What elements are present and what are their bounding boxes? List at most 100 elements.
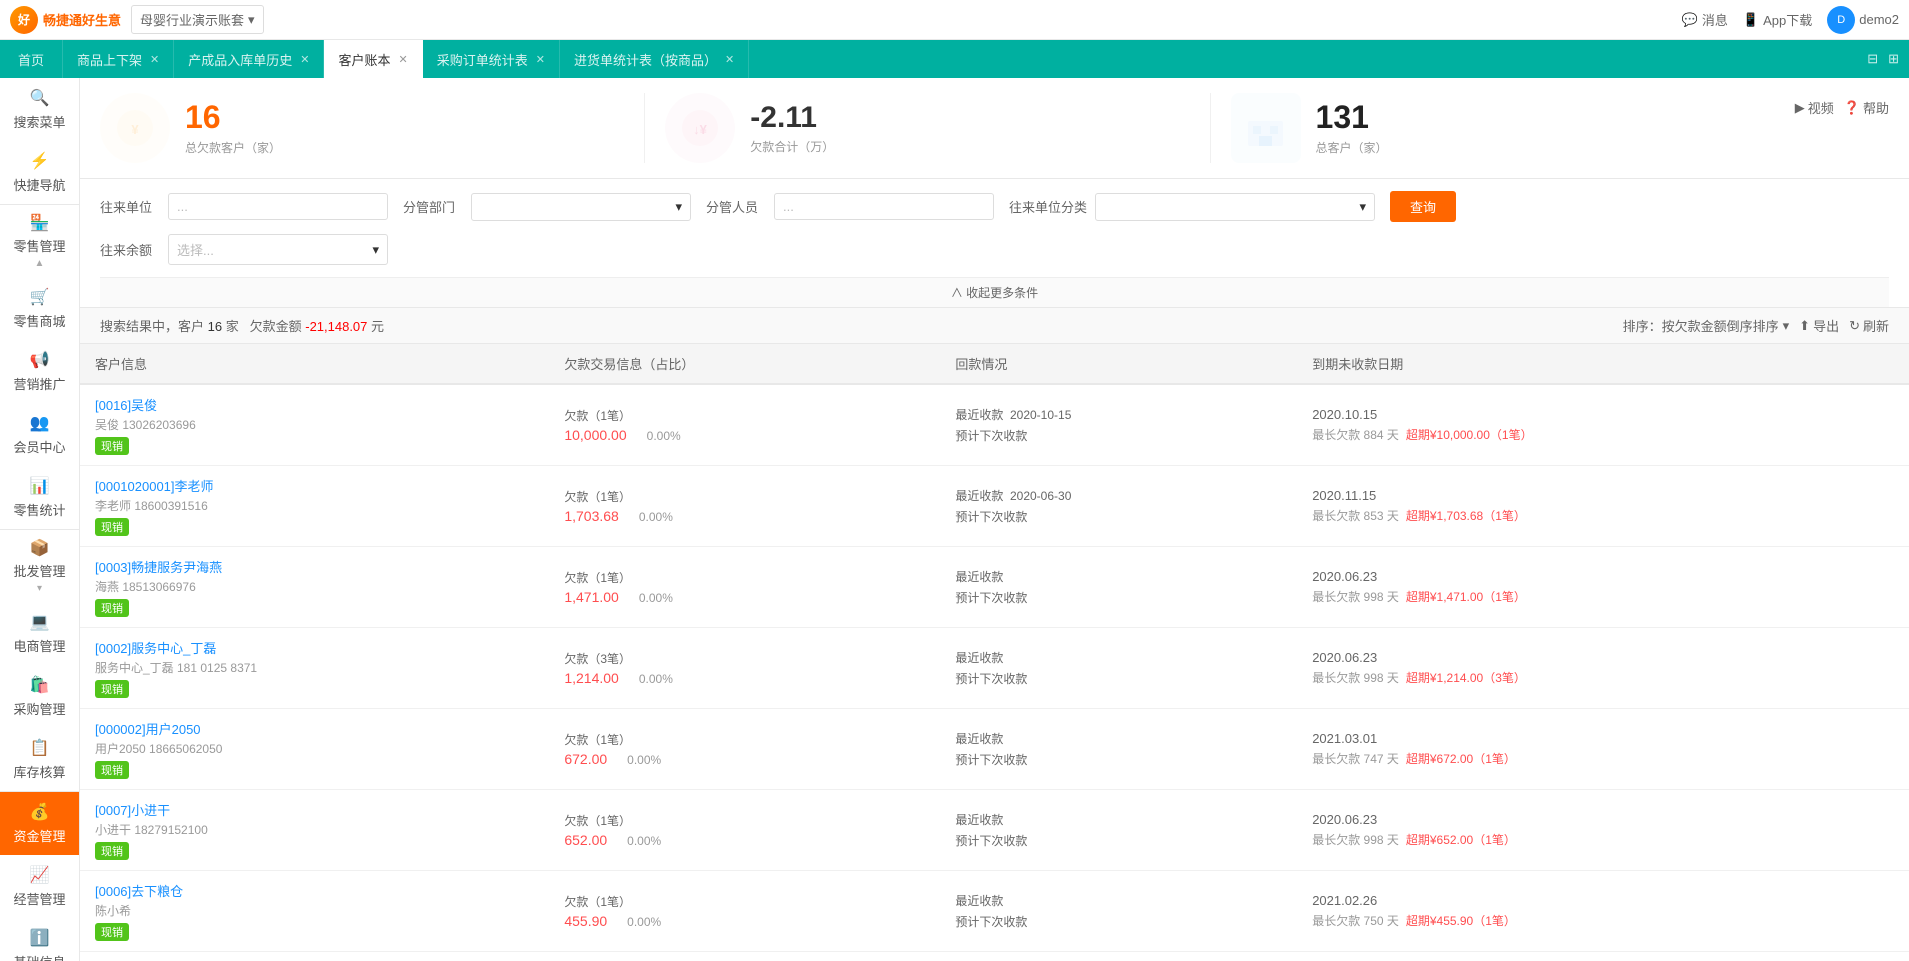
sidebar-item-member[interactable]: 👥 会员中心 [0,403,79,466]
member-icon: 👥 [30,413,50,433]
tab-stock-close[interactable]: ✕ [725,53,734,66]
debt-ratio: 0.00% [639,672,673,686]
overdue-amount[interactable]: 超期¥1,471.00（1笔） [1406,590,1526,604]
tab-warehouse-close[interactable]: ✕ [300,53,309,66]
tab-warehouse[interactable]: 产成品入库单历史 ✕ [174,40,324,78]
due-info-cell: 2020.12.30 最长欠款 808 天 超期¥429.00（1笔） [1297,952,1909,961]
help-button[interactable]: ❓ 帮助 [1844,98,1889,117]
supplier-input[interactable]: ... [168,193,388,220]
message-button[interactable]: 💬 消息 [1682,10,1728,29]
debt-ratio: 0.00% [627,834,661,848]
total-customers-label: 总客户（家） [1316,139,1388,156]
next-payment: 预计下次收款 [955,751,1282,768]
overdue-amount[interactable]: 超期¥652.00（1笔） [1406,833,1516,847]
sort-select[interactable]: 排序：按欠款金额倒序排序 ▾ [1623,316,1790,335]
svg-text:¥: ¥ [131,122,139,137]
tab-home[interactable]: 首页 [0,40,63,78]
person-input[interactable]: ... [774,193,994,220]
customer-tag: 现销 [95,761,129,779]
tab-products-close[interactable]: ✕ [150,53,159,66]
company-select[interactable]: 母婴行业演示账套 ▾ [131,5,264,34]
sidebar-item-ecommerce[interactable]: 💻 电商管理 [0,602,79,665]
overdue-amount[interactable]: 超期¥672.00（1笔） [1406,752,1516,766]
debt-label: 欠款金额 [250,319,302,334]
balance-select[interactable]: 选择... ▾ [168,234,388,265]
sidebar-item-basic-info[interactable]: ℹ️ 基础信息 [0,918,79,961]
logo-text: 畅捷通好生意 [43,10,121,29]
play-icon: ▶ [1795,100,1805,116]
table-row: [0001020001]李老师 李老师 18600391516 现销 欠款（1笔… [80,466,1909,547]
tab-stock[interactable]: 进货单统计表（按商品） ✕ [560,40,749,78]
sidebar-item-search[interactable]: 🔍 搜索菜单 [0,78,79,141]
debt-customers-label: 总欠款客户（家） [185,139,281,156]
tab-products[interactable]: 商品上下架 ✕ [63,40,174,78]
retail-mgmt-icon: 🏪 [30,213,50,233]
customer-name-link[interactable]: [0006]去下粮仓 [95,881,534,900]
due-info-cell: 2020.06.23 最长欠款 998 天 超期¥1,471.00（1笔） [1297,547,1909,628]
table-row: [0016]吴俊 吴俊 13026203696 现销 欠款（1笔） 10,000… [80,384,1909,466]
table-body: [0016]吴俊 吴俊 13026203696 现销 欠款（1笔） 10,000… [80,384,1909,961]
app-download-button[interactable]: 📱 App下载 [1743,10,1812,29]
customer-name-link[interactable]: [0007]小进干 [95,800,534,819]
customer-info-cell: [000002]用户2050 用户2050 18665062050 现销 [80,709,549,790]
overdue-amount[interactable]: 超期¥1,703.68（1笔） [1406,509,1526,523]
overdue-days: 最长欠款 998 天 [1312,671,1402,685]
debt-amount-display: -21,148.07 [305,319,367,334]
table-row: [0007]小进干 小进干 18279152100 现销 欠款（1笔） 652.… [80,790,1909,871]
customer-name-link[interactable]: [0003]畅捷服务尹海燕 [95,557,534,576]
overdue-amount[interactable]: 超期¥455.90（1笔） [1406,914,1516,928]
customer-info-cell: [0002]服务中心_丁磊 服务中心_丁磊 181 0125 8371 现销 [80,628,549,709]
tab-purchase[interactable]: 采购订单统计表 ✕ [423,40,560,78]
sidebar-inventory-label: 库存核算 [13,762,65,781]
tab-customer-label: 客户账本 [338,50,390,69]
customer-phone: 用户2050 18665062050 [95,740,534,757]
customer-name-link[interactable]: [0002]服务中心_丁磊 [95,638,534,657]
export-button[interactable]: ⬆ 导出 [1799,316,1839,335]
due-info-cell: 2020.06.23 最长欠款 998 天 超期¥1,214.00（3笔） [1297,628,1909,709]
sidebar-item-marketing[interactable]: 📢 营销推广 [0,340,79,403]
sidebar-quick-nav-label: 快捷导航 [13,175,65,194]
debt-amount-value: 455.90 [564,913,607,929]
sidebar-item-inventory[interactable]: 📋 库存核算 [0,728,79,791]
category-select[interactable]: ▾ [1095,193,1375,221]
sidebar-item-finance[interactable]: 💰 资金管理 [0,792,79,855]
user-menu[interactable]: D demo2 [1827,6,1899,34]
tab-customer-close[interactable]: ✕ [399,53,408,66]
sidebar-section-wholesale: 📦 批发管理 ▾ 💻 电商管理 🛍️ 采购管理 📋 库存核算 [0,530,79,792]
debt-amount-value: -2.11 [750,101,834,134]
overdue-amount[interactable]: 超期¥1,214.00（3笔） [1406,671,1526,685]
sidebar-item-retail-mgmt[interactable]: 🏪 零售管理 ▲ [0,205,79,277]
sidebar-item-purchase-mgmt[interactable]: 🛍️ 采购管理 [0,665,79,728]
filter-collapse-button[interactable]: ∧ 收起更多条件 [100,277,1889,307]
tab-customer-ledger[interactable]: 客户账本 ✕ [324,40,422,78]
overdue-amount[interactable]: 超期¥10,000.00（1笔） [1406,428,1533,442]
sidebar-item-quick-nav[interactable]: ⚡ 快捷导航 [0,141,79,204]
debt-count-label: 欠款（1笔） [564,731,925,748]
basic-info-icon: ℹ️ [30,928,50,948]
view-button[interactable]: ▶ 视频 [1795,98,1834,117]
tab-expand-icon[interactable]: ⊞ [1888,51,1899,67]
sidebar-item-wholesale-mgmt[interactable]: 📦 批发管理 ▾ [0,530,79,602]
refresh-button[interactable]: ↻ 刷新 [1849,316,1889,335]
sidebar-retail-mall-label: 零售商城 [13,311,65,330]
wholesale-chevron-icon: ▾ [37,583,42,594]
customer-name-link[interactable]: [0016]吴俊 [95,395,534,414]
svg-text:↓¥: ↓¥ [693,122,708,137]
customer-table: 客户信息 欠款交易信息（占比） 回款情况 到期未收款日期 [0016]吴俊 吴俊… [80,344,1909,961]
debt-amount-value: 1,214.00 [564,670,619,686]
customer-name-link[interactable]: [0001020001]李老师 [95,476,534,495]
tab-purchase-close[interactable]: ✕ [536,53,545,66]
query-button[interactable]: 查询 [1390,191,1456,222]
tab-minimize-icon[interactable]: ⊟ [1867,51,1878,67]
dept-label: 分管部门 [403,197,463,216]
next-payment: 预计下次收款 [955,832,1282,849]
balance-label: 往来余额 [100,240,160,259]
debt-amount-value: 652.00 [564,832,607,848]
customer-name-link[interactable]: [000002]用户2050 [95,719,534,738]
due-date-value: 2020.06.23 [1312,569,1894,584]
dept-arrow-icon: ▾ [675,199,682,215]
sidebar-item-retail-mall[interactable]: 🛒 零售商城 [0,277,79,340]
sidebar-item-retail-stats[interactable]: 📊 零售统计 [0,466,79,529]
dept-select[interactable]: ▾ [471,193,691,221]
sidebar-item-ops[interactable]: 📈 经营管理 [0,855,79,918]
